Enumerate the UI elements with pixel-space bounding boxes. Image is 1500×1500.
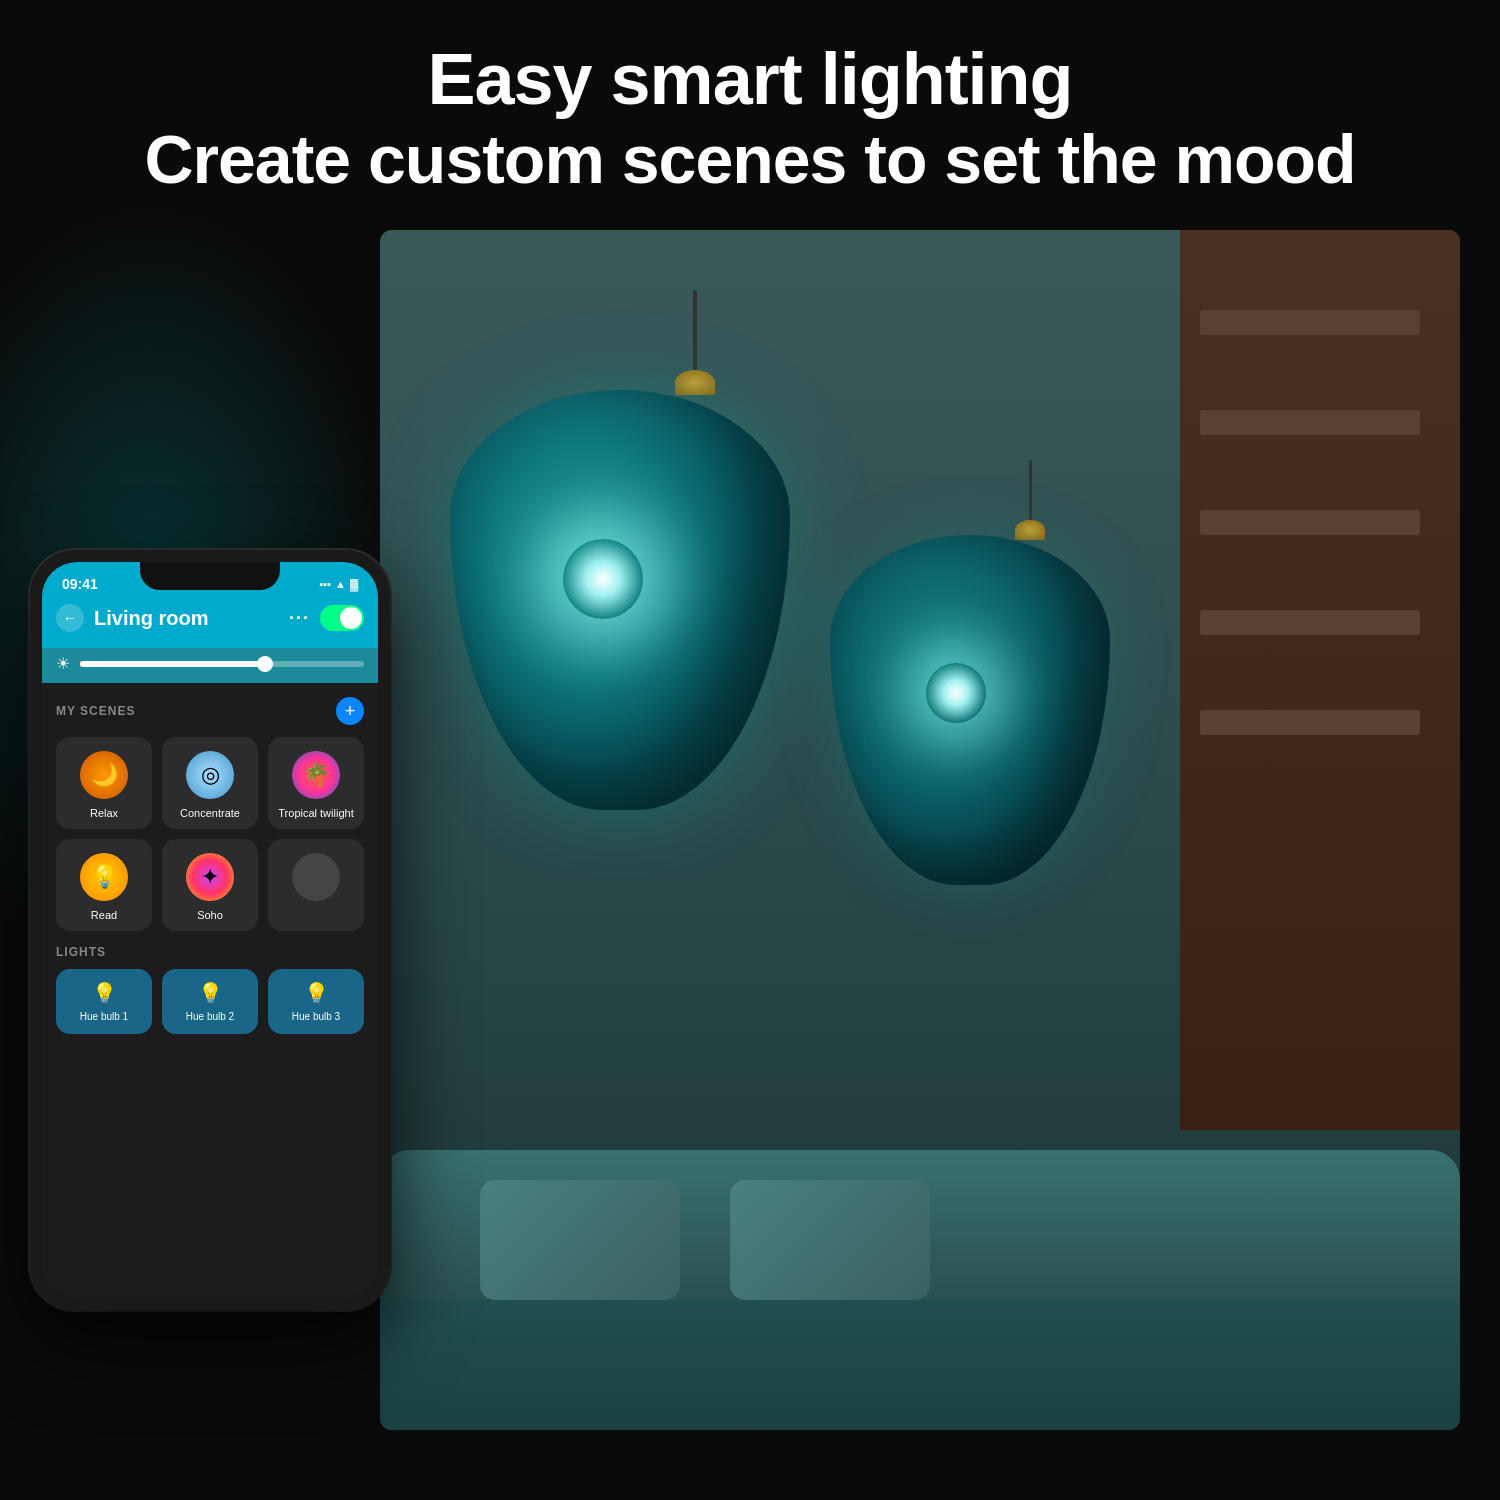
battery-icon: ▓ xyxy=(350,578,358,590)
lamp-cord-2 xyxy=(1029,460,1032,520)
phone-notch xyxy=(140,562,280,590)
toggle-knob xyxy=(340,607,362,629)
status-icons: ▪▪▪ ▲ ▓ xyxy=(319,578,358,590)
lamp-cap-2 xyxy=(1015,520,1045,540)
scenes-section-title: MY SCENES xyxy=(56,704,135,718)
back-button[interactable]: ← xyxy=(56,604,84,632)
brightness-row: ☀ xyxy=(42,648,378,683)
lamp-cap-1 xyxy=(675,370,715,395)
relax-label: Relax xyxy=(90,807,118,819)
relax-icon: 🌙 xyxy=(80,751,128,799)
lights-row: 💡 Hue bulb 1 💡 Hue bulb 2 💡 Hue bulb 3 xyxy=(56,969,364,1034)
brightness-slider[interactable] xyxy=(80,661,364,667)
scene-extra[interactable] xyxy=(268,839,364,931)
scene-concentrate[interactable]: ◎ Concentrate xyxy=(162,737,258,829)
bookshelf xyxy=(1180,230,1460,1130)
slider-fill xyxy=(80,661,265,667)
couch-back xyxy=(380,1150,1460,1300)
slider-thumb xyxy=(257,656,273,672)
scene-relax[interactable]: 🌙 Relax xyxy=(56,737,152,829)
room-title: Living room xyxy=(94,607,279,630)
extra-icon xyxy=(292,853,340,901)
couch xyxy=(380,1150,1460,1430)
scene-read[interactable]: 💡 Read xyxy=(56,839,152,931)
lights-title: LIGHTS xyxy=(56,945,364,959)
pendant-lamp-1 xyxy=(600,290,790,810)
pillow-2 xyxy=(730,1180,930,1300)
pendant-lamp-2 xyxy=(950,460,1110,885)
lamp-bulb-glow-2 xyxy=(926,663,986,723)
tropical-icon: 🌴 xyxy=(292,751,340,799)
status-time: 09:41 xyxy=(62,576,98,592)
read-icon: 💡 xyxy=(80,853,128,901)
bulb-1-icon: 💡 xyxy=(92,981,117,1005)
page-header: Easy smart lighting Create custom scenes… xyxy=(0,40,1500,201)
soho-label: Soho xyxy=(197,909,223,921)
pillow-1 xyxy=(480,1180,680,1300)
soho-icon: ✦ xyxy=(186,853,234,901)
room-toggle[interactable] xyxy=(320,605,364,631)
phone-device: 09:41 ▪▪▪ ▲ ▓ ← Living room ··· ☀ xyxy=(30,550,390,1310)
hue-bulb-2[interactable]: 💡 Hue bulb 2 xyxy=(162,969,258,1034)
bulb-3-label: Hue bulb 3 xyxy=(292,1011,340,1022)
app-header: ← Living room ··· xyxy=(42,598,378,648)
hue-bulb-3[interactable]: 💡 Hue bulb 3 xyxy=(268,969,364,1034)
phone-screen: 09:41 ▪▪▪ ▲ ▓ ← Living room ··· ☀ xyxy=(42,562,378,1298)
bulb-2-label: Hue bulb 2 xyxy=(186,1011,234,1022)
concentrate-label: Concentrate xyxy=(180,807,240,819)
app-content: MY SCENES + 🌙 Relax ◎ Conce xyxy=(42,683,378,1048)
scene-soho[interactable]: ✦ Soho xyxy=(162,839,258,931)
scene-tropical-twilight[interactable]: 🌴 Tropical twilight xyxy=(268,737,364,829)
header-title-line2: Create custom scenes to set the mood xyxy=(0,119,1500,201)
add-scene-button[interactable]: + xyxy=(336,697,364,725)
phone-wrapper: 09:41 ▪▪▪ ▲ ▓ ← Living room ··· ☀ xyxy=(30,550,390,1310)
concentrate-icon: ◎ xyxy=(186,751,234,799)
scenes-grid: 🌙 Relax ◎ Concentrate 🌴 Tropical twiligh… xyxy=(56,737,364,931)
read-label: Read xyxy=(91,909,117,921)
room-photo xyxy=(380,230,1460,1430)
signal-icon: ▪▪▪ xyxy=(319,578,331,590)
hue-bulb-1[interactable]: 💡 Hue bulb 1 xyxy=(56,969,152,1034)
bulb-2-icon: 💡 xyxy=(198,981,223,1005)
brightness-icon: ☀ xyxy=(56,654,70,673)
bulb-1-label: Hue bulb 1 xyxy=(80,1011,128,1022)
tropical-twilight-label: Tropical twilight xyxy=(278,807,353,819)
bulb-3-icon: 💡 xyxy=(304,981,329,1005)
lamp-bulb-glow-1 xyxy=(563,539,643,619)
lights-section: LIGHTS 💡 Hue bulb 1 💡 Hue bulb 2 💡 Hu xyxy=(56,945,364,1034)
header-title-line1: Easy smart lighting xyxy=(0,40,1500,119)
wifi-icon: ▲ xyxy=(335,578,346,590)
lamp-cord-1 xyxy=(693,290,697,370)
more-button[interactable]: ··· xyxy=(289,608,310,629)
scenes-section-header: MY SCENES + xyxy=(56,697,364,725)
